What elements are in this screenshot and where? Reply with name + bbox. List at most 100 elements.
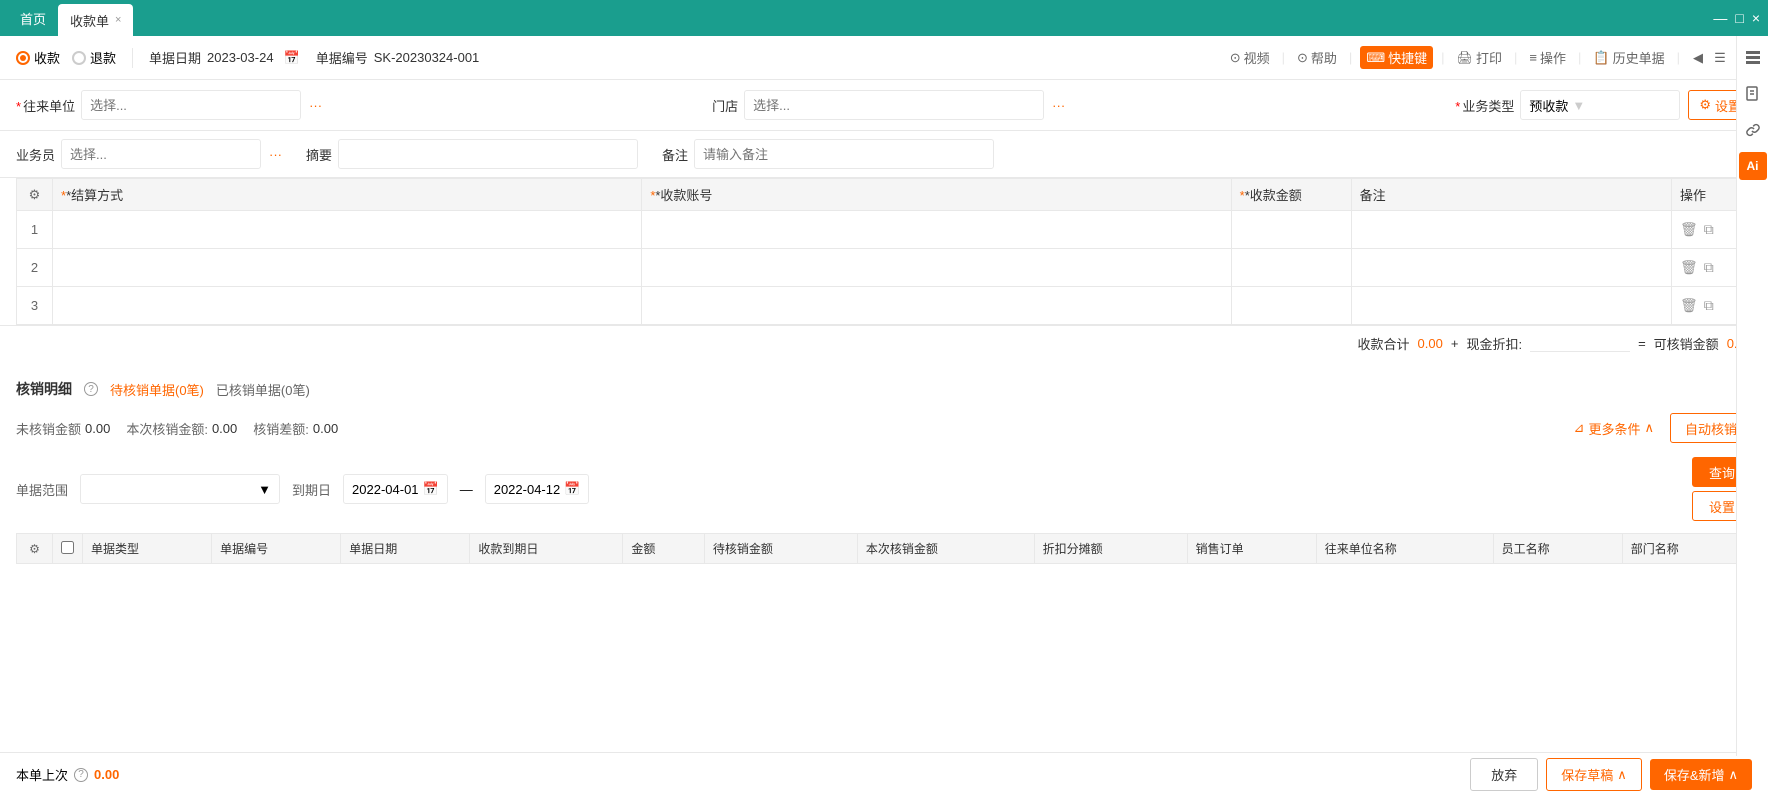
- form-row-1: *往来单位 ··· 门店 ··· *业务类型 预收款 ▼ ⚙ 设置: [0, 80, 1768, 131]
- date-to-input[interactable]: 2022-04-12 📅: [485, 474, 590, 504]
- abstract-group: 摘要: [306, 139, 638, 169]
- table-row: 2 🗑 ⧉: [17, 249, 1752, 287]
- maximize-icon[interactable]: □: [1735, 10, 1743, 26]
- print-btn[interactable]: 🖨 打印: [1452, 46, 1506, 69]
- col-staff-name: 员工名称: [1493, 534, 1622, 564]
- radio-receive-circle: [16, 51, 30, 65]
- remark-cell-3[interactable]: [1351, 287, 1671, 325]
- close-tab-icon[interactable]: ×: [115, 14, 121, 26]
- sidebar-ai-icon[interactable]: Ai: [1739, 152, 1767, 180]
- writeoff-info-icon[interactable]: ?: [84, 382, 98, 396]
- partner-ellipsis[interactable]: ···: [309, 98, 322, 113]
- save-new-btn[interactable]: 保存&新增 ∧: [1650, 759, 1752, 790]
- footer-info-icon[interactable]: ?: [74, 768, 88, 782]
- toolbar-right: ⊙ 视频 | ⊙ 帮助 | ⌨ 快捷键 | 🖨 打印 | ≡ 操作: [1226, 46, 1752, 69]
- radio-refund[interactable]: 退款: [72, 48, 116, 67]
- pending-link[interactable]: 待核销单据(0笔): [110, 380, 204, 399]
- staff-group: 业务员 ···: [16, 139, 282, 169]
- sidebar-link-icon[interactable]: [1739, 116, 1767, 144]
- remark-cell-2[interactable]: [1351, 249, 1671, 287]
- range-dropdown-icon: ▼: [258, 482, 271, 497]
- col-due-date: 收款到期日: [470, 534, 623, 564]
- nav-tab-home[interactable]: 首页: [8, 0, 58, 36]
- sidebar-table-icon[interactable]: [1739, 44, 1767, 72]
- remark-cell-1[interactable]: [1351, 211, 1671, 249]
- minimize-icon[interactable]: —: [1713, 10, 1727, 26]
- ops-icon: ≡: [1529, 50, 1537, 65]
- copy-row-2-icon[interactable]: ⧉: [1704, 259, 1714, 276]
- ops-btn[interactable]: ≡ 操作: [1525, 46, 1570, 69]
- dropdown-arrow-icon: ▼: [1572, 98, 1585, 113]
- list-layout-icon[interactable]: ☰: [1710, 48, 1730, 68]
- delete-row-2-icon[interactable]: 🗑: [1680, 259, 1698, 276]
- col-doc-no: 单据编号: [212, 534, 341, 564]
- receipt-table-section: ⚙ **结算方式 **收款账号 **收款金额 备注 操作 1: [0, 178, 1768, 325]
- account-cell-1[interactable]: [642, 211, 1231, 249]
- nav-tab-receipt[interactable]: 收款单 ×: [58, 4, 133, 36]
- divider-1: [132, 48, 133, 68]
- col-doc-date: 单据日期: [341, 534, 470, 564]
- shortcut-btn[interactable]: ⌨ 快捷键: [1360, 46, 1433, 69]
- history-btn[interactable]: 📋 历史单据: [1589, 46, 1668, 69]
- account-cell-2[interactable]: [642, 249, 1231, 287]
- help-btn[interactable]: ⊙ 帮助: [1293, 46, 1341, 69]
- radio-receive[interactable]: 收款: [16, 48, 60, 67]
- partner-input[interactable]: [81, 90, 301, 120]
- sidebar-doc-icon[interactable]: [1739, 80, 1767, 108]
- done-link[interactable]: 已核销单据(0笔): [216, 380, 310, 399]
- store-ellipsis[interactable]: ···: [1052, 98, 1065, 113]
- col-settlement: **结算方式: [53, 179, 642, 211]
- amount-cell-3[interactable]: [1231, 287, 1351, 325]
- copy-row-1-icon[interactable]: ⧉: [1704, 221, 1714, 238]
- copy-row-3-icon[interactable]: ⧉: [1704, 297, 1714, 314]
- biztype-dropdown[interactable]: 预收款 ▼: [1520, 90, 1680, 120]
- writeoff-header: 核销明细 ? 待核销单据(0笔) 已核销单据(0笔): [16, 379, 1752, 399]
- abandon-btn[interactable]: 放弃: [1470, 758, 1538, 791]
- partner-group: *往来单位 ···: [16, 90, 322, 120]
- store-group: 门店 ···: [712, 90, 1065, 120]
- video-btn[interactable]: ⊙ 视频: [1226, 46, 1274, 69]
- table-settings-icon[interactable]: ⚙: [17, 179, 53, 211]
- table-row: 1 🗑 ⧉: [17, 211, 1752, 249]
- settlement-cell-1[interactable]: [53, 211, 642, 249]
- history-icon: 📋: [1593, 50, 1609, 66]
- delete-row-1-icon[interactable]: 🗑: [1680, 221, 1698, 238]
- close-window-icon[interactable]: ×: [1752, 10, 1760, 26]
- form-row-2: 业务员 ··· 摘要 备注: [0, 131, 1768, 178]
- settlement-cell-2[interactable]: [53, 249, 642, 287]
- store-input[interactable]: [744, 90, 1044, 120]
- amount-cell-2[interactable]: [1231, 249, 1351, 287]
- right-sidebar: Ai: [1736, 36, 1768, 756]
- account-cell-3[interactable]: [642, 287, 1231, 325]
- calendar-icon[interactable]: 📅: [284, 50, 300, 66]
- delete-row-3-icon[interactable]: 🗑: [1680, 297, 1698, 314]
- bottom-table-settings-icon[interactable]: ⚙: [17, 534, 53, 564]
- col-partner-name: 往来单位名称: [1316, 534, 1493, 564]
- footer-left: 本单上次 ? 0.00: [16, 765, 119, 784]
- filter-row: 单据范围 ▼ 到期日 2022-04-01 📅 — 2022-04-12 📅 查…: [16, 449, 1752, 529]
- amount-cell-1[interactable]: [1231, 211, 1351, 249]
- print-icon: 🖨: [1456, 50, 1473, 66]
- bottom-table: ⚙ 单据类型 单据编号 单据日期 收款到期日 金额 待核销金额 本次核销金额 折…: [16, 533, 1752, 564]
- more-filter-btn[interactable]: ⊿ 更多条件 ∧: [1574, 419, 1654, 438]
- gear-icon: ⚙: [1699, 97, 1711, 113]
- abstract-input[interactable]: [338, 139, 638, 169]
- calendar-from-icon: 📅: [423, 481, 439, 497]
- select-all-checkbox[interactable]: [61, 541, 74, 554]
- settlement-cell-3[interactable]: [53, 287, 642, 325]
- chevron-up-draft-icon: ∧: [1617, 767, 1627, 783]
- col-amount: **收款金额: [1231, 179, 1351, 211]
- help-icon: ⊙: [1297, 50, 1308, 66]
- discount-input[interactable]: [1530, 336, 1630, 352]
- save-draft-btn[interactable]: 保存草稿 ∧: [1546, 758, 1642, 791]
- staff-ellipsis[interactable]: ···: [269, 147, 282, 162]
- prev-layout-icon[interactable]: ◀: [1688, 48, 1708, 68]
- date-from-input[interactable]: 2022-04-01 📅: [343, 474, 448, 504]
- col-account: **收款账号: [642, 179, 1231, 211]
- footer-right: 放弃 保存草稿 ∧ 保存&新增 ∧: [1470, 758, 1752, 791]
- checkbox-header[interactable]: [53, 534, 83, 564]
- range-select[interactable]: ▼: [80, 474, 280, 504]
- staff-input[interactable]: [61, 139, 261, 169]
- receipt-table: ⚙ **结算方式 **收款账号 **收款金额 备注 操作 1: [16, 178, 1752, 325]
- remark-input[interactable]: [694, 139, 994, 169]
